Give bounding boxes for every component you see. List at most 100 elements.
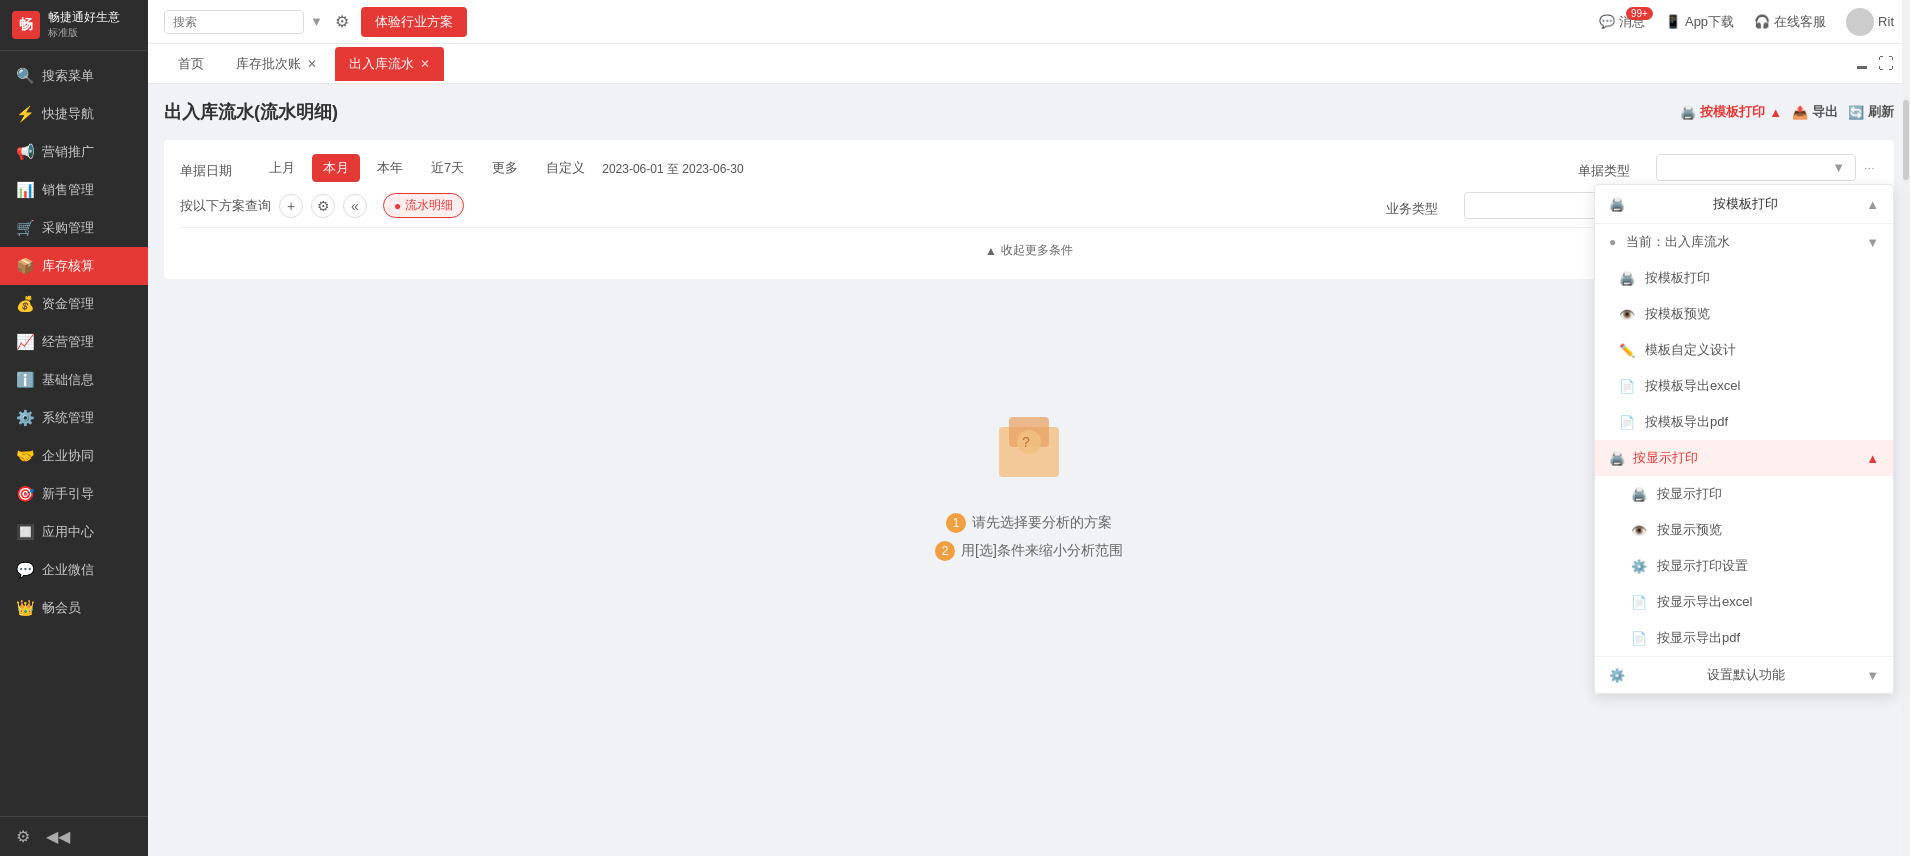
dp-display-export-excel[interactable]: 📄 按显示导出excel <box>1595 584 1893 620</box>
megaphone-icon: 📢 <box>16 143 34 161</box>
dp-template-print[interactable]: 🖨️ 按模板打印 <box>1595 260 1893 296</box>
topbar-gear-icon[interactable]: ⚙ <box>335 12 349 31</box>
dp-eye-icon: 👁️ <box>1619 307 1635 322</box>
tab-close-active-icon[interactable]: ✕ <box>420 57 430 71</box>
settings-bottom-icon[interactable]: ⚙ <box>16 827 30 846</box>
business-type-label: 业务类型 <box>1386 194 1456 218</box>
hint-num-1: 1 <box>946 513 966 533</box>
dp-template-export-pdf[interactable]: 📄 按模板导出pdf <box>1595 404 1893 440</box>
tab-home[interactable]: 首页 <box>164 47 218 81</box>
trial-btn[interactable]: 体验行业方案 <box>361 7 467 37</box>
dp-current-icon: ● <box>1609 235 1616 249</box>
search-input[interactable] <box>164 10 304 34</box>
dp-sub-pdf-icon: 📄 <box>1631 631 1647 646</box>
sidebar-item-label: 系统管理 <box>42 409 94 427</box>
dp-template-export-excel[interactable]: 📄 按模板导出excel <box>1595 368 1893 404</box>
date-tag-custom[interactable]: 自定义 <box>535 154 596 182</box>
sidebar-item-inventory[interactable]: 📦 库存核算 <box>0 247 148 285</box>
export-btn[interactable]: 📤 导出 <box>1792 103 1838 121</box>
sidebar-item-label: 基础信息 <box>42 371 94 389</box>
dp-display-preview[interactable]: 👁️ 按显示预览 <box>1595 512 1893 548</box>
date-tag-this-year[interactable]: 本年 <box>366 154 414 182</box>
doc-type-arrow-icon: ▼ <box>1832 160 1845 175</box>
line-chart-icon: 📈 <box>16 333 34 351</box>
doc-type-more-icon[interactable]: ··· <box>1864 160 1875 175</box>
dp-edit-icon: ✏️ <box>1619 343 1635 358</box>
sidebar-logo: 畅 畅捷通好生意 标准版 <box>0 0 148 51</box>
sidebar-item-wechat[interactable]: 💬 企业微信 <box>0 551 148 589</box>
dp-current-item[interactable]: ● 当前：出入库流水 ▼ <box>1595 224 1893 260</box>
sidebar-item-basic-info[interactable]: ℹ️ 基础信息 <box>0 361 148 399</box>
dp-display-arrow-icon[interactable]: ▲ <box>1866 451 1879 466</box>
dp-header-arrow-icon[interactable]: ▲ <box>1866 197 1879 212</box>
doc-type-select[interactable]: ▼ <box>1656 154 1856 181</box>
dp-display-section-header[interactable]: 🖨️ 按显示打印 ▲ <box>1595 440 1893 476</box>
sidebar-item-label: 应用中心 <box>42 523 94 541</box>
dp-current-arrow-icon[interactable]: ▼ <box>1866 235 1879 250</box>
sidebar-item-purchase[interactable]: 🛒 采购管理 <box>0 209 148 247</box>
sidebar-item-quick-nav[interactable]: ⚡ 快捷导航 <box>0 95 148 133</box>
cart-icon: 🛒 <box>16 219 34 237</box>
grid-icon: 🔲 <box>16 523 34 541</box>
dp-template-preview[interactable]: 👁️ 按模板预览 <box>1595 296 1893 332</box>
sidebar: 畅 畅捷通好生意 标准版 🔍 搜索菜单 ⚡ 快捷导航 📢 营销推广 📊 销售管理… <box>0 0 148 856</box>
dp-excel-icon: 📄 <box>1619 379 1635 394</box>
sidebar-item-label: 快捷导航 <box>42 105 94 123</box>
active-filter-chip[interactable]: ● 流水明细 <box>383 193 464 218</box>
sidebar-item-finance[interactable]: 💰 资金管理 <box>0 285 148 323</box>
online-service-btn[interactable]: 🎧 在线客服 <box>1754 13 1826 31</box>
export-icon: 📤 <box>1792 105 1808 120</box>
dp-footer-arrow-icon: ▼ <box>1866 668 1879 683</box>
date-tag-last-month[interactable]: 上月 <box>258 154 306 182</box>
date-tag-more[interactable]: 更多 <box>481 154 529 182</box>
sidebar-item-system[interactable]: ⚙️ 系统管理 <box>0 399 148 437</box>
dp-display-print-icon: 🖨️ <box>1609 451 1625 466</box>
filter-collapse-btn[interactable]: « <box>343 194 367 218</box>
sidebar-item-sales[interactable]: 📊 销售管理 <box>0 171 148 209</box>
chevron-up-icon: ▲ <box>1769 105 1782 120</box>
sidebar-item-marketing[interactable]: 📢 营销推广 <box>0 133 148 171</box>
tab-expand-icon[interactable]: ⛶ <box>1878 55 1894 73</box>
date-filter-label: 单据日期 <box>180 156 250 180</box>
dp-display-export-pdf[interactable]: 📄 按显示导出pdf <box>1595 620 1893 656</box>
app-download-btn[interactable]: 📱 App下载 <box>1665 13 1734 31</box>
dropdown-panel: 🖨️ 按模板打印 ▲ ● 当前：出入库流水 ▼ 🖨️ 按模板打印 👁️ 按模板预… <box>1594 184 1894 694</box>
printer-icon: 🖨️ <box>1680 105 1696 120</box>
dp-footer[interactable]: ⚙️ 设置默认功能 ▼ <box>1595 656 1893 693</box>
hint-num-2: 2 <box>935 541 955 561</box>
sidebar-item-app-center[interactable]: 🔲 应用中心 <box>0 513 148 551</box>
message-icon: 💬 <box>1599 14 1615 29</box>
sidebar-item-operations[interactable]: 📈 经营管理 <box>0 323 148 361</box>
topbar: ▼ ⚙ 体验行业方案 💬 消息 99+ 📱 App下载 🎧 在线客服 Rit <box>148 0 1910 44</box>
print-template-btn[interactable]: 🖨️ 按模板打印 ▲ <box>1680 103 1782 121</box>
chevron-up-icon: ▲ <box>985 244 997 258</box>
tab-inventory-batch[interactable]: 库存批次账 ✕ <box>222 47 331 81</box>
page-title-text: 出入库流水(流水明细) <box>164 100 338 124</box>
collapse-sidebar-icon[interactable]: ◀◀ <box>46 827 70 846</box>
dp-template-design[interactable]: ✏️ 模板自定义设计 <box>1595 332 1893 368</box>
main-area: ▼ ⚙ 体验行业方案 💬 消息 99+ 📱 App下载 🎧 在线客服 Rit <box>148 0 1910 856</box>
dp-display-print-settings[interactable]: ⚙️ 按显示打印设置 <box>1595 548 1893 584</box>
tab-close-icon[interactable]: ✕ <box>307 57 317 71</box>
dp-sub-printer-icon: 🖨️ <box>1631 487 1647 502</box>
target-icon: 🎯 <box>16 485 34 503</box>
sidebar-item-guide[interactable]: 🎯 新手引导 <box>0 475 148 513</box>
date-tag-this-month[interactable]: 本月 <box>312 154 360 182</box>
search-dropdown-arrow[interactable]: ▼ <box>310 14 323 29</box>
right-scrollbar[interactable] <box>1902 0 1910 856</box>
sidebar-item-member[interactable]: 👑 畅会员 <box>0 589 148 627</box>
dp-display-print[interactable]: 🖨️ 按显示打印 <box>1595 476 1893 512</box>
filter-row-date: 单据日期 上月 本月 本年 近7天 更多 自定义 2023-06-01 至 20… <box>180 154 1878 182</box>
filter-settings-btn[interactable]: ⚙ <box>311 194 335 218</box>
tab-minimize-icon[interactable]: 🗕 <box>1854 55 1870 73</box>
tab-warehouse-flow[interactable]: 出入库流水 ✕ <box>335 47 444 81</box>
message-btn[interactable]: 💬 消息 99+ <box>1599 13 1645 31</box>
sidebar-item-label: 销售管理 <box>42 181 94 199</box>
date-tag-7days[interactable]: 近7天 <box>420 154 475 182</box>
refresh-btn[interactable]: 🔄 刷新 <box>1848 103 1894 121</box>
sidebar-item-cooperation[interactable]: 🤝 企业协同 <box>0 437 148 475</box>
user-avatar[interactable]: Rit <box>1846 8 1894 36</box>
add-filter-btn[interactable]: + <box>279 194 303 218</box>
filter-chip-icon: ● <box>394 199 401 213</box>
sidebar-item-search[interactable]: 🔍 搜索菜单 <box>0 57 148 95</box>
